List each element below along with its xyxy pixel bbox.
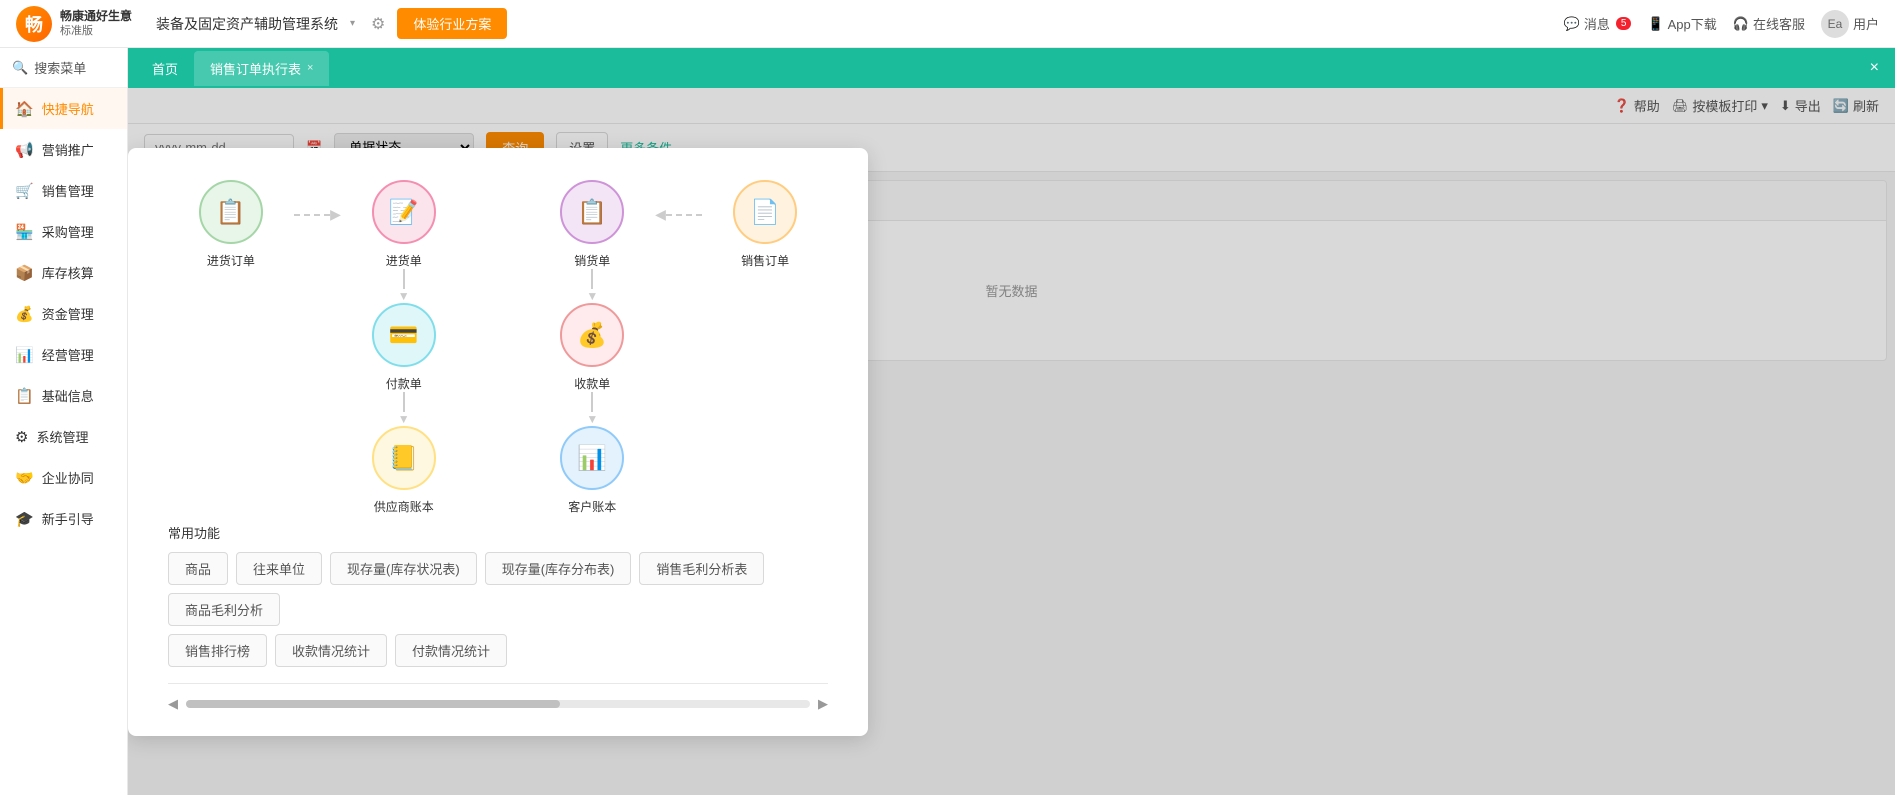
top-header: 畅 畅康通好生意 标准版 装备及固定资产辅助管理系统 ▾ ⚙ 体验行业方案 💬 …	[0, 0, 1895, 48]
purchase-order-label: 进货订单	[207, 252, 255, 269]
func-btn-partner[interactable]: 往来单位	[236, 552, 322, 585]
purchase-icon: 🏪	[15, 223, 34, 241]
flow-node-sales-slip[interactable]: 📋 销货单	[529, 180, 655, 269]
sales-order-icon: 📄	[733, 180, 797, 244]
sidebar-item-enterprise[interactable]: 🤝 企业协同	[0, 457, 127, 498]
main-layout: 🔍 搜索菜单 🏠 快捷导航 📢 营销推广 🛒 销售管理 🏪 采购管理 📦 库存核…	[0, 48, 1895, 795]
sales-order-label: 销售订单	[741, 252, 789, 269]
message-badge: 5	[1616, 17, 1632, 30]
tab-bar: 首页 销售订单执行表 × ×	[128, 48, 1895, 88]
func-btn-product-profit[interactable]: 商品毛利分析	[168, 593, 280, 626]
payment-label: 付款单	[386, 375, 422, 392]
logo-text: 畅康通好生意 标准版	[60, 9, 132, 39]
sidebar-item-quick-nav[interactable]: 🏠 快捷导航	[0, 88, 127, 129]
sidebar-search[interactable]: 🔍 搜索菜单	[0, 48, 127, 88]
scroll-area: ◀ ▶	[168, 683, 828, 712]
settings-icon[interactable]: ⚙	[371, 14, 385, 34]
logo-icon: 畅	[16, 6, 52, 42]
sidebar-item-marketing[interactable]: 📢 营销推广	[0, 129, 127, 170]
customer-ledger-label: 客户账本	[568, 498, 616, 515]
app-download-item[interactable]: 📱 App下载	[1647, 14, 1716, 33]
sales-icon: 🛒	[15, 182, 34, 200]
func-btn-sales-rank[interactable]: 销售排行榜	[168, 634, 267, 667]
finance-icon: 💰	[15, 305, 34, 323]
purchase-slip-icon: 📝	[372, 180, 436, 244]
download-icon: 📱	[1647, 16, 1663, 32]
operation-icon: 📊	[15, 346, 34, 364]
flow-node-customer-ledger[interactable]: 📊 客户账本	[529, 426, 655, 515]
home-icon: 🏠	[15, 100, 34, 118]
func-btn-inventory-dist[interactable]: 现存量(库存分布表)	[485, 552, 632, 585]
common-func-title: 常用功能	[168, 523, 828, 542]
tab-home[interactable]: 首页	[136, 51, 194, 86]
common-functions: 常用功能 商品 往来单位 现存量(库存状况表) 现存量(库存分布表) 销售毛利分…	[168, 523, 828, 667]
main-content: 首页 销售订单执行表 × × ❓ 帮助 🖨 按模板打印	[128, 48, 1895, 795]
sidebar-item-purchase[interactable]: 🏪 采购管理	[0, 211, 127, 252]
message-item[interactable]: 💬 消息 5	[1564, 14, 1632, 33]
sales-slip-label: 销货单	[574, 252, 610, 269]
dropdown-arrow-icon[interactable]: ▾	[350, 18, 355, 29]
sidebar-item-system[interactable]: ⚙ 系统管理	[0, 416, 127, 457]
payment-icon: 💳	[372, 303, 436, 367]
global-close-icon[interactable]: ×	[1862, 59, 1887, 77]
system-icon: ⚙	[15, 428, 28, 446]
service-icon: 🎧	[1733, 16, 1749, 32]
logo-area: 畅 畅康通好生意 标准版	[16, 6, 144, 42]
scroll-right-icon[interactable]: ▶	[818, 696, 828, 712]
basic-icon: 📋	[15, 387, 34, 405]
flow-node-purchase-slip[interactable]: 📝 进货单	[341, 180, 467, 269]
user-avatar: Ea	[1821, 10, 1849, 38]
marketing-icon: 📢	[15, 141, 34, 159]
search-icon: 🔍	[12, 60, 28, 76]
flow-diagram: 📋 进货订单 ▶	[168, 180, 828, 515]
user-item[interactable]: Ea 用户	[1821, 10, 1879, 38]
header-right: 💬 消息 5 📱 App下载 🎧 在线客服 Ea 用户	[1564, 10, 1879, 38]
system-title: 装备及固定资产辅助管理系统	[156, 14, 338, 34]
flow-popup: 📋 进货订单 ▶	[128, 148, 868, 736]
sidebar-item-sales[interactable]: 🛒 销售管理	[0, 170, 127, 211]
message-icon: 💬	[1564, 16, 1580, 32]
receipt-label: 收款单	[574, 375, 610, 392]
receipt-icon: 💰	[560, 303, 624, 367]
popup-overlay[interactable]: 📋 进货订单 ▶	[128, 88, 1895, 795]
sidebar-item-inventory[interactable]: 📦 库存核算	[0, 252, 127, 293]
scroll-thumb	[186, 700, 560, 708]
func-btn-sales-profit[interactable]: 销售毛利分析表	[639, 552, 764, 585]
supplier-ledger-icon: 📒	[372, 426, 436, 490]
purchase-slip-label: 进货单	[386, 252, 422, 269]
trial-button[interactable]: 体验行业方案	[397, 8, 507, 39]
flow-node-supplier-ledger[interactable]: 📒 供应商账本	[341, 426, 467, 515]
sidebar-item-finance[interactable]: 💰 资金管理	[0, 293, 127, 334]
sidebar: 🔍 搜索菜单 🏠 快捷导航 📢 营销推广 🛒 销售管理 🏪 采购管理 📦 库存核…	[0, 48, 128, 795]
customer-ledger-icon: 📊	[560, 426, 624, 490]
sidebar-item-newbie[interactable]: 🎓 新手引导	[0, 498, 127, 539]
inventory-icon: 📦	[15, 264, 34, 282]
func-btn-product[interactable]: 商品	[168, 552, 228, 585]
flow-node-payment[interactable]: 💳 付款单	[341, 303, 467, 392]
purchase-order-icon: 📋	[199, 180, 263, 244]
content-area: ❓ 帮助 🖨 按模板打印 ▾ ⬇ 导出 🔄 刷新	[128, 88, 1895, 795]
flow-node-purchase-order[interactable]: 📋 进货订单	[168, 180, 294, 269]
scroll-left-icon[interactable]: ◀	[168, 696, 178, 712]
func-btn-inventory-status[interactable]: 现存量(库存状况表)	[330, 552, 477, 585]
sidebar-item-operation[interactable]: 📊 经营管理	[0, 334, 127, 375]
tab-close-icon[interactable]: ×	[307, 62, 313, 74]
func-buttons-row2: 销售排行榜 收款情况统计 付款情况统计	[168, 634, 828, 667]
enterprise-icon: 🤝	[15, 469, 34, 487]
func-btn-receipt-stats[interactable]: 收款情况统计	[275, 634, 387, 667]
sidebar-item-basic[interactable]: 📋 基础信息	[0, 375, 127, 416]
supplier-ledger-label: 供应商账本	[374, 498, 434, 515]
func-buttons: 商品 往来单位 现存量(库存状况表) 现存量(库存分布表) 销售毛利分析表 商品…	[168, 552, 828, 626]
online-service-item[interactable]: 🎧 在线客服	[1733, 14, 1805, 33]
func-btn-payment-stats[interactable]: 付款情况统计	[395, 634, 507, 667]
sales-slip-icon: 📋	[560, 180, 624, 244]
newbie-icon: 🎓	[15, 510, 34, 528]
flow-node-receipt[interactable]: 💰 收款单	[529, 303, 655, 392]
flow-node-sales-order[interactable]: 📄 销售订单	[702, 180, 828, 269]
tab-sales-order[interactable]: 销售订单执行表 ×	[194, 51, 329, 86]
scroll-track	[186, 700, 810, 708]
